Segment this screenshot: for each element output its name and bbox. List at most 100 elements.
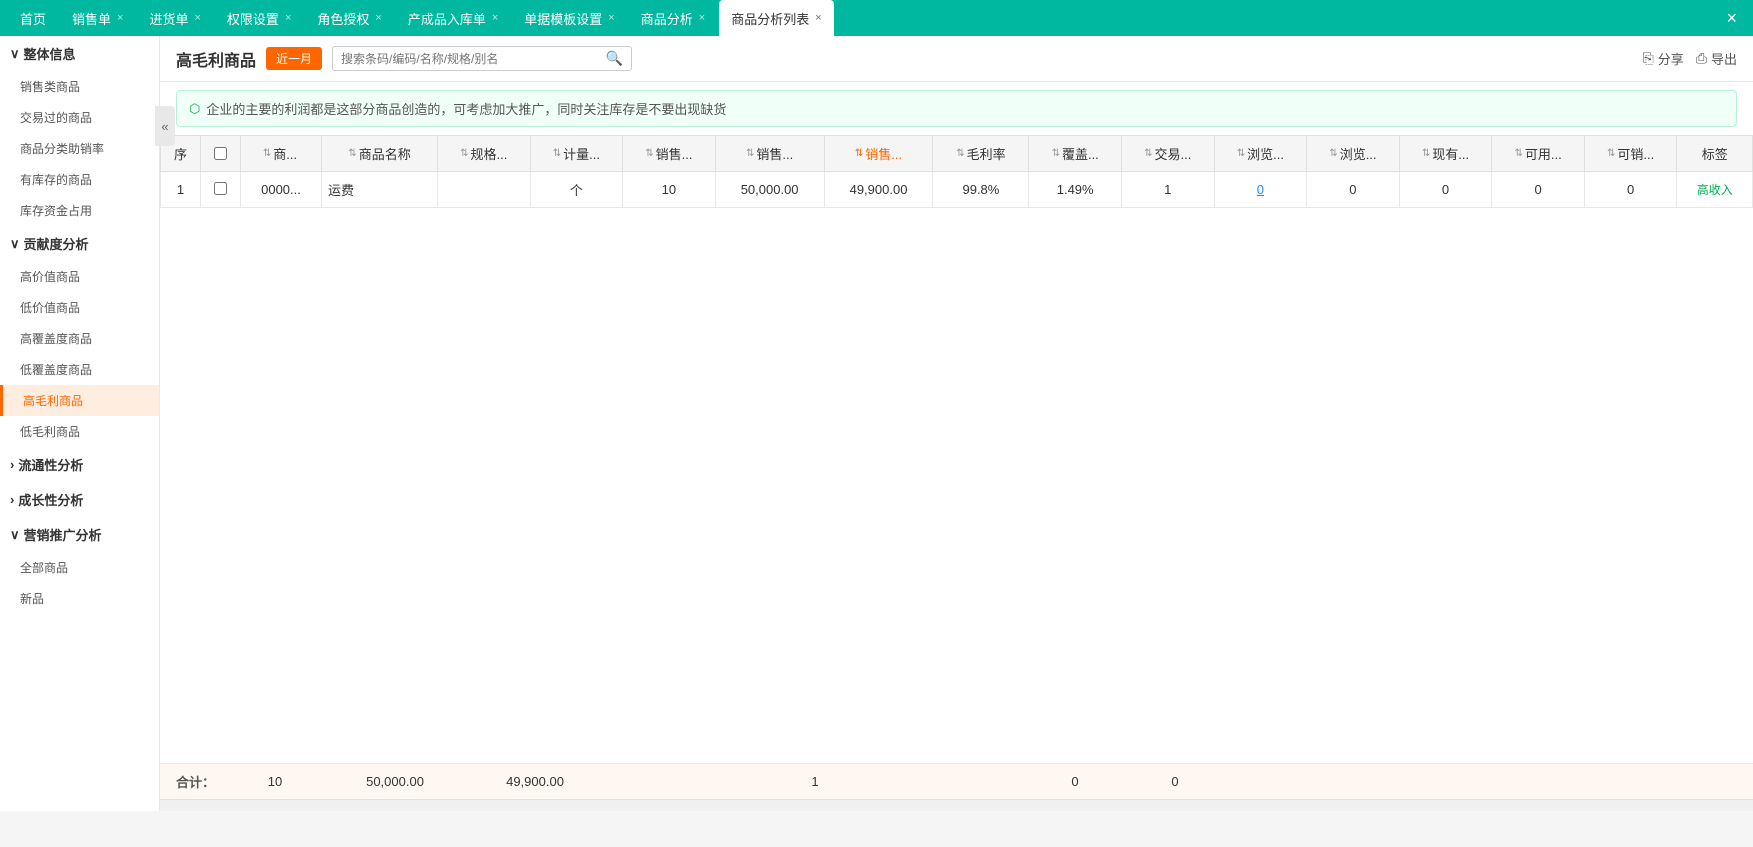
product-table: 序 ⇅商... ⇅商品名称 ⇅规格... ⇅计量... ⇅销售... ⇅销售..… (160, 135, 1753, 208)
sidebar-item-sales-goods[interactable]: 销售类商品 (0, 71, 159, 102)
export-button[interactable]: ⎙ 导出 (1696, 49, 1737, 68)
bottom-scrollbar[interactable] (160, 799, 1753, 811)
cell-sales-qty: 10 (623, 172, 716, 208)
search-icon[interactable]: 🔍 (606, 50, 623, 67)
col-name[interactable]: ⇅商品名称 (322, 136, 438, 172)
nav-sales[interactable]: 销售单 × (60, 0, 135, 36)
cell-gross-rate: 99.8% (933, 172, 1029, 208)
cell-sales-cost: 49,900.00 (824, 172, 933, 208)
sidebar-item-low-value[interactable]: 低价值商品 (0, 292, 159, 323)
search-input[interactable] (341, 52, 602, 66)
col-browse1[interactable]: ⇅浏览... (1214, 136, 1307, 172)
sidebar-section-circulation[interactable]: › 流通性分析 (0, 447, 159, 482)
nav-purchase[interactable]: 进货单 × (137, 0, 212, 36)
nav-product-analysis-close[interactable]: × (699, 12, 705, 24)
sidebar-item-new-goods[interactable]: 新品 (0, 583, 159, 614)
chevron-down-icon-3: ∨ (10, 527, 20, 543)
sidebar-item-high-value[interactable]: 高价值商品 (0, 261, 159, 292)
share-button[interactable]: ⎘ 分享 (1643, 49, 1684, 68)
sidebar-section-contribution[interactable]: ∨ 贡献度分析 (0, 226, 159, 261)
search-box[interactable]: 🔍 (332, 46, 632, 71)
content-header: 高毛利商品 近一月 🔍 ⎘ 分享 ⎙ 导出 (160, 36, 1753, 82)
nav-sales-close[interactable]: × (117, 12, 123, 24)
footer-current-stock: 0 (1035, 774, 1115, 789)
export-icon: ⎙ (1696, 50, 1707, 67)
row-checkbox[interactable] (214, 182, 227, 195)
nav-purchase-close[interactable]: × (194, 12, 200, 24)
nav-role[interactable]: 角色授权 × (305, 0, 393, 36)
col-sales-cost[interactable]: ⇅销售... (824, 136, 933, 172)
time-filter-button[interactable]: 近一月 (266, 47, 322, 70)
nav-role-close[interactable]: × (375, 12, 381, 24)
chevron-right-icon-2: › (10, 492, 14, 507)
sidebar-item-stock-capital[interactable]: 库存资金占用 (0, 195, 159, 226)
nav-permission-close[interactable]: × (285, 12, 291, 24)
col-available-stock[interactable]: ⇅可用... (1492, 136, 1585, 172)
sidebar-item-traded-goods[interactable]: 交易过的商品 (0, 102, 159, 133)
cell-index: 1 (161, 172, 201, 208)
chevron-down-icon-2: ∨ (10, 236, 20, 252)
footer-sales-qty: 10 (235, 774, 315, 789)
sidebar-item-low-margin[interactable]: 低毛利商品 (0, 416, 159, 447)
info-banner: ⬡ 企业的主要的利润都是这部分商品创造的，可考虑加大推广，同时关注库存是不要出现… (176, 90, 1737, 127)
nav-template[interactable]: 单据模板设置 × (512, 0, 626, 36)
col-checkbox[interactable] (200, 136, 240, 172)
chevron-right-icon: › (10, 457, 14, 472)
cell-trade-count: 1 (1121, 172, 1214, 208)
col-sales-amt[interactable]: ⇅销售... (715, 136, 824, 172)
share-label: 分享 (1658, 49, 1684, 68)
cell-unit: 个 (530, 172, 623, 208)
col-coverage[interactable]: ⇅覆盖... (1029, 136, 1122, 172)
footer-sales-cost: 49,900.00 (475, 774, 595, 789)
nav-product-warehouse[interactable]: 产成品入库单 × (396, 0, 510, 36)
nav-purchase-label: 进货单 (149, 9, 188, 28)
cell-available-stock: 0 (1492, 172, 1585, 208)
sidebar: ∨ 整体信息 销售类商品 交易过的商品 商品分类助销率 有库存的商品 库存资金占… (0, 36, 160, 811)
col-trade-count[interactable]: ⇅交易... (1121, 136, 1214, 172)
sidebar-section-overall[interactable]: ∨ 整体信息 (0, 36, 159, 71)
cell-current-stock: 0 (1399, 172, 1492, 208)
sidebar-section-marketing[interactable]: ∨ 营销推广分析 (0, 517, 159, 552)
col-unit[interactable]: ⇅计量... (530, 136, 623, 172)
sidebar-section-contribution-label: 贡献度分析 (24, 234, 89, 253)
sidebar-item-category-assist[interactable]: 商品分类助销率 (0, 133, 159, 164)
sidebar-item-all-goods[interactable]: 全部商品 (0, 552, 159, 583)
col-sales-qty[interactable]: ⇅销售... (623, 136, 716, 172)
sidebar-item-low-coverage[interactable]: 低覆盖度商品 (0, 354, 159, 385)
nav-product-warehouse-label: 产成品入库单 (408, 9, 486, 28)
col-saleable-stock[interactable]: ⇅可销... (1584, 136, 1677, 172)
nav-product-analysis-label: 商品分析 (641, 9, 693, 28)
footer-total-bar: 合计： 10 50,000.00 49,900.00 1 0 0 (160, 763, 1753, 799)
footer-available-stock: 0 (1135, 774, 1215, 789)
sidebar-item-stocked-goods[interactable]: 有库存的商品 (0, 164, 159, 195)
sidebar-collapse-button[interactable]: « (155, 106, 175, 146)
select-all-checkbox[interactable] (214, 147, 227, 160)
nav-home[interactable]: 首页 (8, 0, 58, 36)
col-browse2[interactable]: ⇅浏览... (1307, 136, 1400, 172)
sidebar-section-growth[interactable]: › 成长性分析 (0, 482, 159, 517)
cell-tag: 高收入 (1677, 172, 1753, 208)
col-code[interactable]: ⇅商... (240, 136, 321, 172)
sidebar-item-high-coverage[interactable]: 高覆盖度商品 (0, 323, 159, 354)
col-spec[interactable]: ⇅规格... (437, 136, 530, 172)
nav-home-label: 首页 (20, 9, 46, 28)
cell-browse1[interactable]: 0 (1214, 172, 1307, 208)
table-wrapper[interactable]: 序 ⇅商... ⇅商品名称 ⇅规格... ⇅计量... ⇅销售... ⇅销售..… (160, 135, 1753, 763)
cell-spec (437, 172, 530, 208)
sidebar-item-high-margin[interactable]: 高毛利商品 (0, 385, 159, 416)
col-gross-rate[interactable]: ⇅毛利率 (933, 136, 1029, 172)
cell-checkbox[interactable] (200, 172, 240, 208)
cell-code: 0000... (240, 172, 321, 208)
window-close-button[interactable]: × (1718, 8, 1745, 29)
nav-product-analysis-list-close[interactable]: × (815, 12, 821, 24)
nav-product-warehouse-close[interactable]: × (492, 12, 498, 24)
sidebar-section-overall-label: 整体信息 (24, 44, 76, 63)
col-tag[interactable]: 标签 (1677, 136, 1753, 172)
nav-product-analysis[interactable]: 商品分析 × (629, 0, 717, 36)
col-current-stock[interactable]: ⇅现有... (1399, 136, 1492, 172)
nav-template-close[interactable]: × (608, 12, 614, 24)
nav-permission[interactable]: 权限设置 × (215, 0, 303, 36)
nav-product-analysis-list[interactable]: 商品分析列表 × (719, 0, 833, 36)
export-label: 导出 (1711, 49, 1737, 68)
cell-browse2: 0 (1307, 172, 1400, 208)
